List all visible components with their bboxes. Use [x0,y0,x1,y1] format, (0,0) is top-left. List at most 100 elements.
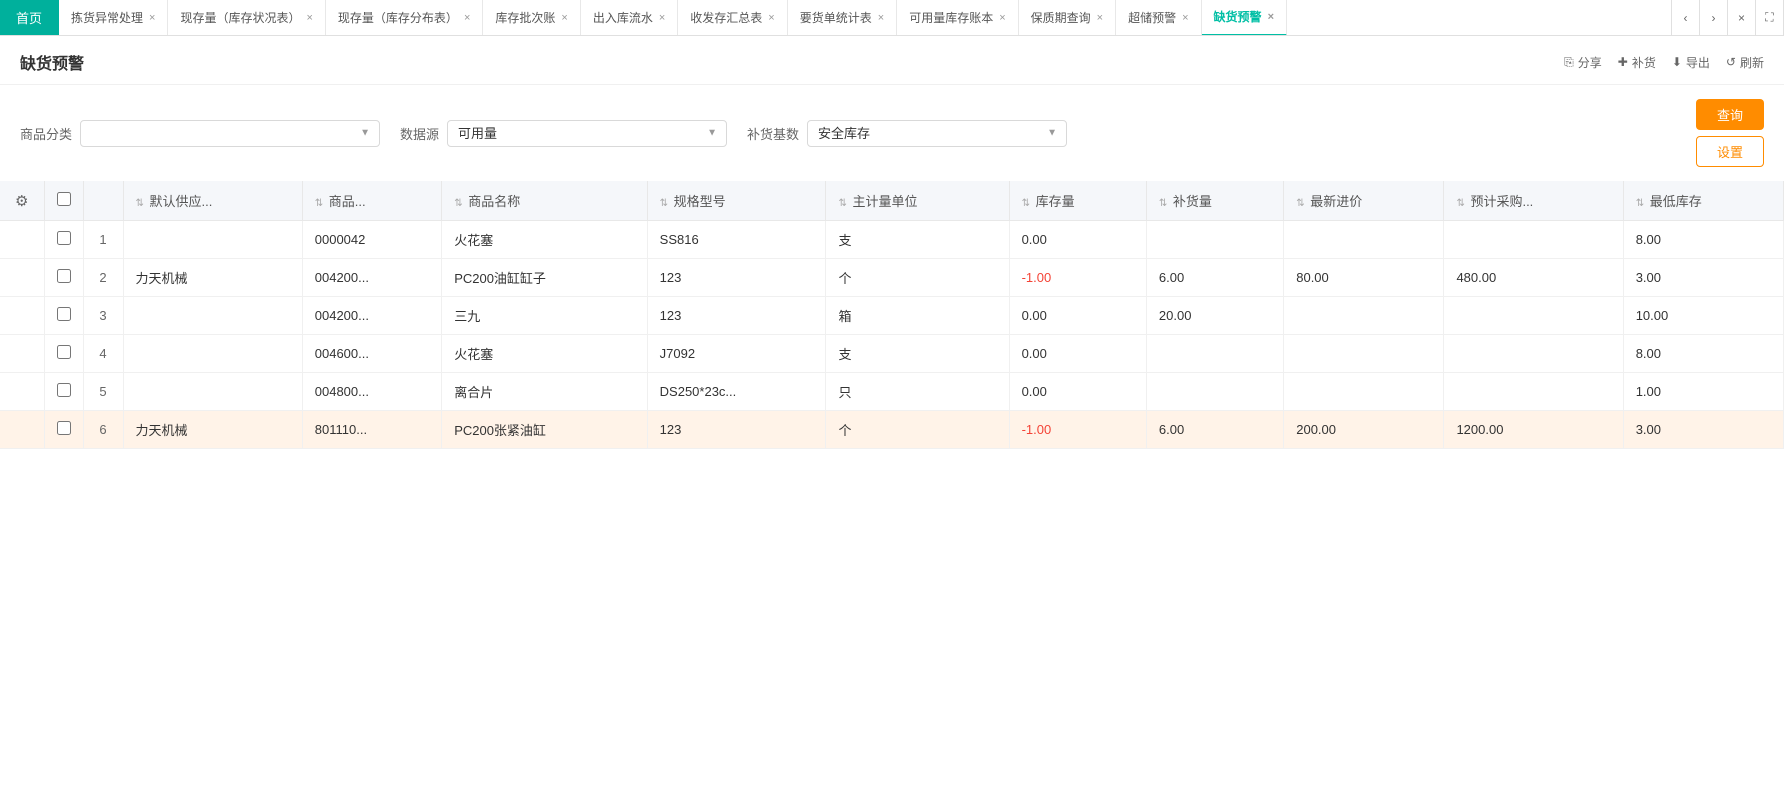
row-checkbox[interactable] [57,307,71,321]
unit-column-header[interactable]: ⇅ 主计量单位 [826,181,1009,221]
product-name-column-header[interactable]: ⇅ 商品名称 [442,181,647,221]
export-button[interactable]: ⬇ 导出 [1672,54,1710,71]
fullscreen-icon: ⛶ [1765,10,1773,25]
query-button[interactable]: 查询 [1696,99,1764,130]
page-title: 缺货预警 [20,50,84,74]
row-latest-price [1284,335,1444,373]
main-content: 缺货预警 ⎘ 分享 ✚ 补货 ⬇ 导出 ↺ 刷新 商品分类 [0,36,1784,796]
row-checkbox[interactable] [57,345,71,359]
table-row: 2 力天机械 004200... PC200油缸缸子 123 个 -1.00 6… [0,259,1784,297]
tab-scroll-left[interactable]: ‹ [1672,0,1700,36]
close-icon[interactable]: × [878,12,884,24]
row-product-code: 004200... [302,259,441,297]
row-product-name: PC200张紧油缸 [442,411,647,449]
close-icon[interactable]: × [464,12,470,24]
supplier-column-header[interactable]: ⇅ 默认供应... [123,181,302,221]
row-number: 1 [83,221,123,259]
close-icon[interactable]: × [149,12,155,24]
tab-nav-buttons: ‹ › × ⛶ [1671,0,1784,36]
row-checkbox[interactable] [57,421,71,435]
replenish-button[interactable]: ✚ 补货 [1618,54,1656,71]
row-checkbox-cell[interactable] [44,297,83,335]
replenish-base-select[interactable]: 安全库存 [807,120,1067,147]
row-supplier [123,221,302,259]
share-button[interactable]: ⎘ 分享 [1564,54,1602,71]
close-icon[interactable]: × [768,12,774,24]
replenish-qty-column-header[interactable]: ⇅ 补货量 [1146,181,1283,221]
tab-abnormal[interactable]: 拣货异常处理 × [59,0,168,36]
tab-label: 现存量（库存状况表） [180,9,300,26]
stock-column-header[interactable]: ⇅ 库存量 [1009,181,1146,221]
tab-label: 现存量（库存分布表） [338,9,458,26]
export-label: 导出 [1686,54,1710,71]
header-actions: ⎘ 分享 ✚ 补货 ⬇ 导出 ↺ 刷新 [1564,54,1764,71]
tab-label: 缺货预警 [1214,8,1262,25]
share-label: 分享 [1578,54,1602,71]
close-icon[interactable]: × [1182,12,1188,24]
tab-inout-flow[interactable]: 出入库流水 × [581,0,678,36]
row-supplier: 力天机械 [123,259,302,297]
tab-bar: 首页 拣货异常处理 × 现存量（库存状况表） × 现存量（库存分布表） × 库存… [0,0,1784,36]
row-replenish-qty [1146,335,1283,373]
row-number: 3 [83,297,123,335]
share-icon: ⎘ [1564,55,1574,70]
tab-fullscreen[interactable]: ⛶ [1756,0,1784,36]
row-supplier [123,297,302,335]
data-table: ⚙ ⇅ 默认供应... ⇅ 商品... ⇅ [0,181,1784,449]
row-checkbox[interactable] [57,383,71,397]
close-icon[interactable]: × [306,12,312,24]
refresh-button[interactable]: ↺ 刷新 [1726,54,1764,71]
tab-order-stats[interactable]: 要货单统计表 × [788,0,897,36]
tab-close-all[interactable]: × [1728,0,1756,36]
row-spec: 123 [647,297,826,335]
tab-receipt-summary[interactable]: 收发存汇总表 × [678,0,787,36]
min-stock-column-header[interactable]: ⇅ 最低库存 [1623,181,1783,221]
row-checkbox[interactable] [57,231,71,245]
select-all-checkbox[interactable] [57,192,71,206]
category-filter-label: 商品分类 [20,124,72,143]
tab-expiry[interactable]: 保质期查询 × [1019,0,1116,36]
tab-overstock[interactable]: 超储预警 × [1116,0,1201,36]
datasource-select[interactable]: 可用量 [447,120,727,147]
checkbox-column-header[interactable] [44,181,83,221]
close-icon[interactable]: × [1097,12,1103,24]
tab-home[interactable]: 首页 [0,0,59,36]
row-checkbox-cell[interactable] [44,259,83,297]
tab-shortage[interactable]: 缺货预警 × [1202,0,1287,36]
row-stock: -1.00 [1009,411,1146,449]
row-checkbox-cell[interactable] [44,221,83,259]
row-replenish-qty: 6.00 [1146,411,1283,449]
row-spec: SS816 [647,221,826,259]
row-product-name: 火花塞 [442,335,647,373]
product-code-column-header[interactable]: ⇅ 商品... [302,181,441,221]
row-min-stock: 3.00 [1623,259,1783,297]
gear-icon[interactable]: ⚙ [15,193,28,210]
datasource-filter-label: 数据源 [400,124,439,143]
tab-batch-account[interactable]: 库存批次账 × [483,0,580,36]
close-icon[interactable]: × [1268,11,1274,23]
gear-column-header[interactable]: ⚙ [0,181,44,221]
tab-inventory-status[interactable]: 现存量（库存状况表） × [168,0,325,36]
latest-price-column-header[interactable]: ⇅ 最新进价 [1284,181,1444,221]
row-product-code: 004600... [302,335,441,373]
row-checkbox-cell[interactable] [44,335,83,373]
tab-label: 可用量库存账本 [909,9,993,26]
close-icon[interactable]: × [659,12,665,24]
tab-available-ledger[interactable]: 可用量库存账本 × [897,0,1018,36]
row-estimated-purchase: 1200.00 [1444,411,1623,449]
row-checkbox-cell[interactable] [44,411,83,449]
row-checkbox-cell[interactable] [44,373,83,411]
tab-inventory-dist[interactable]: 现存量（库存分布表） × [326,0,483,36]
row-estimated-purchase [1444,221,1623,259]
filter-bar: 商品分类 数据源 可用量 补货基数 安全库存 [0,85,1784,181]
settings-button[interactable]: 设置 [1696,136,1764,167]
tab-scroll-right[interactable]: › [1700,0,1728,36]
spec-column-header[interactable]: ⇅ 规格型号 [647,181,826,221]
tab-label: 库存批次账 [495,9,555,26]
row-checkbox[interactable] [57,269,71,283]
category-filter-group: 商品分类 [20,120,380,147]
category-select[interactable] [80,120,380,147]
close-icon[interactable]: × [999,12,1005,24]
close-icon[interactable]: × [561,12,567,24]
estimated-purchase-column-header[interactable]: ⇅ 预计采购... [1444,181,1623,221]
